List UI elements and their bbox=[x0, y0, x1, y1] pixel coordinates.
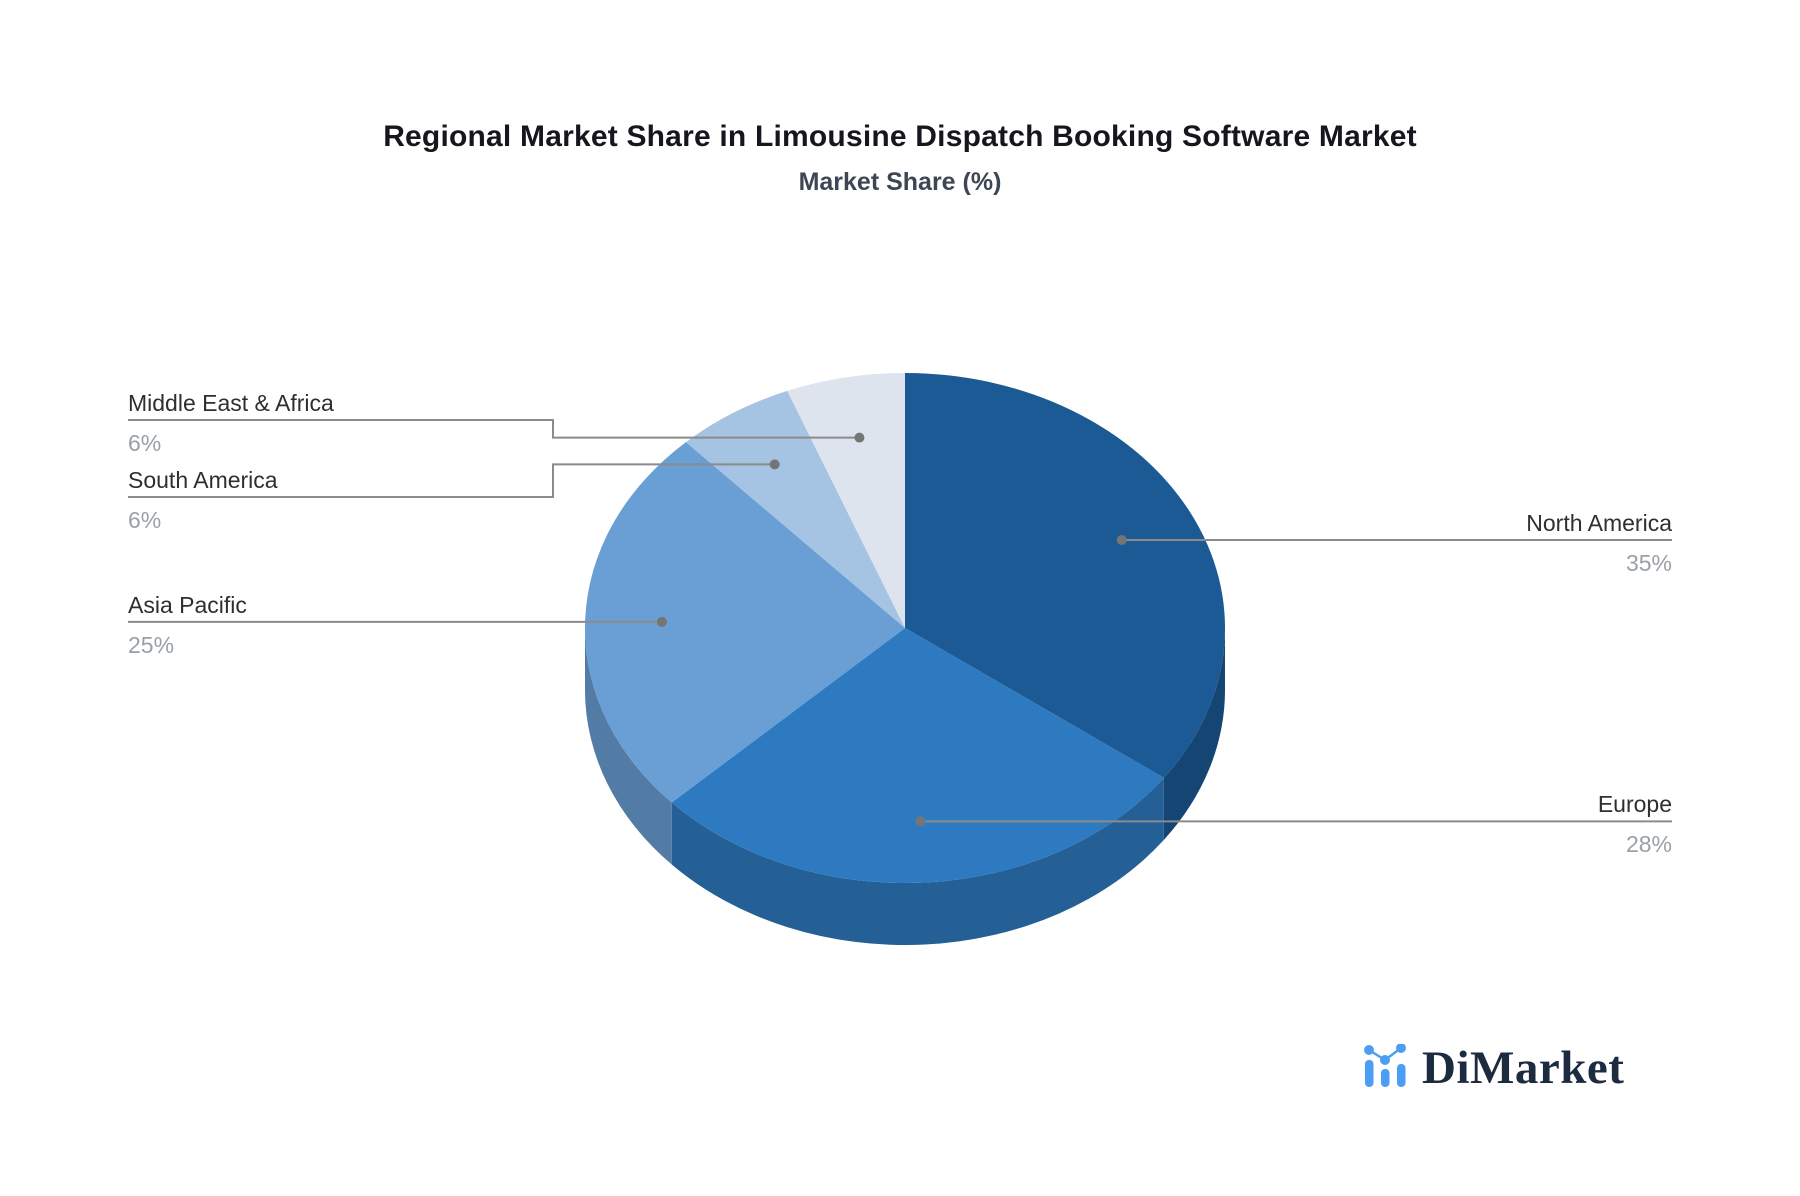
slice-label-value: 6% bbox=[128, 428, 558, 458]
leader-dot-north-america bbox=[1117, 535, 1127, 545]
slice-label-name: Asia Pacific bbox=[128, 590, 558, 620]
brand-logo: DiMarket bbox=[1364, 1044, 1624, 1092]
mini-bar-chart-logo-icon bbox=[1364, 1044, 1410, 1088]
brand-name: DiMarket bbox=[1422, 1044, 1624, 1092]
leader-dot-south-america bbox=[770, 459, 780, 469]
slice-label-value: 28% bbox=[1242, 829, 1672, 859]
slice-label-value: 25% bbox=[128, 630, 558, 660]
slice-label-name: Middle East & Africa bbox=[128, 388, 558, 418]
slice-label-name: North America bbox=[1242, 508, 1672, 538]
chart-canvas: Regional Market Share in Limousine Dispa… bbox=[0, 0, 1800, 1196]
leader-dot-middle-east-africa bbox=[854, 433, 864, 443]
slice-label-value: 35% bbox=[1242, 548, 1672, 578]
slice-label-name: South America bbox=[128, 465, 558, 495]
slice-label-name: Europe bbox=[1242, 789, 1672, 819]
leader-dot-asia-pacific bbox=[657, 617, 667, 627]
leader-dot-europe bbox=[915, 816, 925, 826]
slice-label-value: 6% bbox=[128, 505, 558, 535]
